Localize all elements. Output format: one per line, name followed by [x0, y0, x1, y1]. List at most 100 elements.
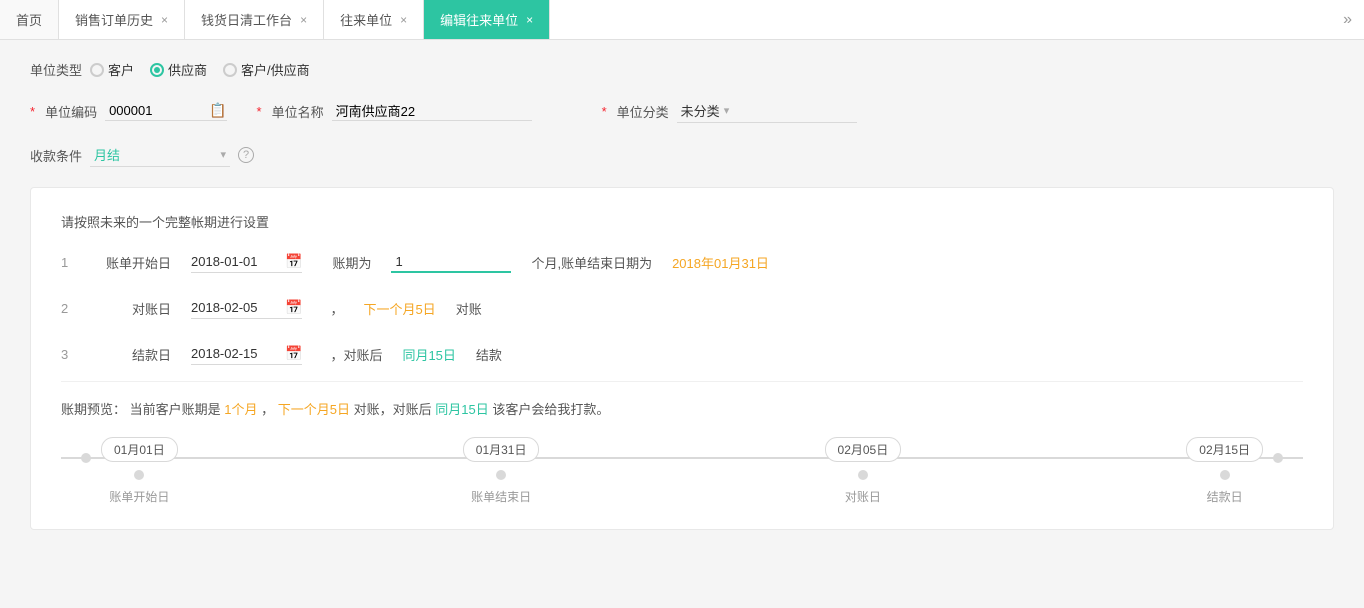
preview-text-mid1: ， — [261, 402, 274, 417]
unit-code-group: * 单位编码 📋 — [30, 101, 227, 121]
date-field-1[interactable] — [191, 254, 281, 269]
payment-condition-dropdown[interactable]: 月结 ▾ — [90, 143, 230, 167]
date-input-1: 📅 — [191, 251, 302, 273]
radio-supplier[interactable]: 供应商 — [150, 60, 207, 79]
preview-label: 账期预览： — [61, 402, 126, 417]
tab-daily-work[interactable]: 钱货日清工作台 × — [185, 0, 324, 39]
unit-type-label: 单位类型 — [30, 60, 82, 79]
billing-row-1: 1 账单开始日 📅 账期为 个月,账单结束日期为 2018年01月31日 — [61, 251, 1303, 273]
preview-highlight3: 同月15日 — [435, 402, 488, 417]
field-label-2: 对账日 — [101, 299, 171, 318]
unit-type-row: 单位类型 客户 供应商 客户/供应商 — [30, 60, 1334, 79]
preview-highlight2: 下一个月5日 — [278, 402, 350, 417]
timeline-tag-2: 02月05日 — [825, 437, 902, 462]
required-star-name: * — [257, 104, 262, 119]
preview-highlight1: 1个月 — [224, 402, 257, 417]
unit-code-label: 单位编码 — [45, 102, 97, 121]
suffix-2-part2: 对账 — [456, 299, 482, 318]
unit-category-value: 未分类 — [681, 101, 720, 120]
billing-row-2: 2 对账日 📅 ， 下一个月5日 对账 — [61, 297, 1303, 319]
payment-condition-value: 月结 — [94, 145, 216, 164]
tabs-bar: 首页 销售订单历史 × 钱货日清工作台 × 往来单位 × 编辑往来单位 × » — [0, 0, 1364, 40]
preview-text-before: 当前客户账期是 — [130, 402, 221, 417]
billing-section: 请按照未来的一个完整帐期进行设置 1 账单开始日 📅 账期为 个月,账单结束日期… — [30, 187, 1334, 530]
preview-text-mid2: 对账，对账后 — [354, 402, 432, 417]
timeline-dot-2 — [858, 470, 868, 480]
date-input-2: 📅 — [191, 297, 302, 319]
tab-close-sales-history[interactable]: × — [161, 13, 168, 27]
calendar-icon-1[interactable]: 📅 — [285, 253, 302, 270]
date-field-3[interactable] — [191, 346, 281, 361]
unit-code-input[interactable] — [105, 101, 205, 120]
timeline-point-2: 02月05日 对账日 — [825, 437, 902, 505]
period-input[interactable] — [391, 252, 511, 273]
radio-both[interactable]: 客户/供应商 — [223, 60, 310, 79]
timeline-label-0: 账单开始日 — [109, 488, 169, 505]
timeline-dot-3 — [1220, 470, 1230, 480]
unit-code-input-wrap: 📋 — [105, 101, 226, 121]
tab-counterparty[interactable]: 往来单位 × — [324, 0, 424, 39]
calendar-icon-3[interactable]: 📅 — [285, 345, 302, 362]
timeline-label-3: 结款日 — [1207, 488, 1243, 505]
main-content: 单位类型 客户 供应商 客户/供应商 * 单位编码 — [0, 40, 1364, 600]
timeline-label-2: 对账日 — [845, 488, 881, 505]
highlight-date-1: 2018年01月31日 — [672, 253, 769, 272]
required-star-category: * — [602, 104, 607, 119]
radio-customer[interactable]: 客户 — [90, 60, 134, 79]
copy-icon[interactable]: 📋 — [209, 102, 226, 119]
payment-condition-label: 收款条件 — [30, 146, 82, 165]
tab-sales-history[interactable]: 销售订单历史 × — [59, 0, 185, 39]
tab-close-daily-work[interactable]: × — [300, 13, 307, 27]
radio-customer-circle — [90, 63, 104, 77]
timeline-point-0: 01月01日 账单开始日 — [101, 437, 178, 505]
timeline-tag-3: 02月15日 — [1186, 437, 1263, 462]
tab-expand-button[interactable]: » — [1331, 0, 1364, 39]
unit-name-group: * 单位名称 — [257, 101, 532, 121]
suffix-3-part1: ，对账后 — [330, 345, 382, 364]
field-label-1: 账单开始日 — [101, 253, 171, 272]
dropdown-arrow-payment: ▾ — [220, 148, 226, 161]
radio-both-circle — [223, 63, 237, 77]
section-instruction: 请按照未来的一个完整帐期进行设置 — [61, 212, 1303, 231]
unit-category-label: 单位分类 — [617, 102, 669, 121]
tab-close-edit-counterparty[interactable]: × — [526, 13, 533, 27]
row-num-1: 1 — [61, 255, 81, 270]
field-label-3: 结款日 — [101, 345, 171, 364]
timeline-tag-1: 01月31日 — [463, 437, 540, 462]
tab-home[interactable]: 首页 — [0, 0, 59, 39]
preview-text-end: 该客户会给我打款。 — [492, 402, 609, 417]
unit-category-dropdown[interactable]: 未分类 ▾ — [677, 99, 857, 123]
timeline-label-1: 账单结束日 — [471, 488, 531, 505]
timeline-point-1: 01月31日 账单结束日 — [463, 437, 540, 505]
unit-name-input-wrap — [332, 101, 532, 121]
radio-customer-label: 客户 — [108, 60, 134, 79]
payment-condition-group: 收款条件 月结 ▾ ? — [30, 143, 254, 167]
section-divider — [61, 381, 1303, 382]
billing-row-3: 3 结款日 📅 ，对账后 同月15日 结款 — [61, 343, 1303, 365]
unit-info-row: * 单位编码 📋 * 单位名称 * 单位分类 未分类 ▾ — [30, 99, 1334, 123]
radio-supplier-label: 供应商 — [168, 60, 207, 79]
suffix-2-highlight: 下一个月5日 — [363, 299, 435, 318]
dropdown-arrow-category: ▾ — [724, 104, 730, 117]
timeline-tag-0: 01月01日 — [101, 437, 178, 462]
required-star-code: * — [30, 104, 35, 119]
payment-row: 收款条件 月结 ▾ ? — [30, 143, 1334, 167]
timeline-dot-0 — [134, 470, 144, 480]
unit-type-radio-group: 客户 供应商 客户/供应商 — [90, 60, 310, 79]
suffix-after-1: 个月,账单结束日期为 — [531, 253, 652, 272]
radio-supplier-circle — [150, 63, 164, 77]
row-num-2: 2 — [61, 301, 81, 316]
suffix-2-part1: ， — [330, 299, 343, 318]
unit-name-label: 单位名称 — [272, 102, 324, 121]
unit-name-input[interactable] — [332, 101, 492, 120]
calendar-icon-2[interactable]: 📅 — [285, 299, 302, 316]
tab-close-counterparty[interactable]: × — [400, 13, 407, 27]
tab-edit-counterparty[interactable]: 编辑往来单位 × — [424, 0, 550, 39]
help-icon-payment[interactable]: ? — [238, 147, 254, 163]
suffix-before-1: 账期为 — [332, 253, 371, 272]
row-num-3: 3 — [61, 347, 81, 362]
preview-row: 账期预览： 当前客户账期是 1个月 ， 下一个月5日 对账，对账后 同月15日 … — [61, 398, 1303, 421]
unit-type-group: 单位类型 客户 供应商 客户/供应商 — [30, 60, 310, 79]
date-field-2[interactable] — [191, 300, 281, 315]
suffix-3-part2: 结款 — [476, 345, 502, 364]
